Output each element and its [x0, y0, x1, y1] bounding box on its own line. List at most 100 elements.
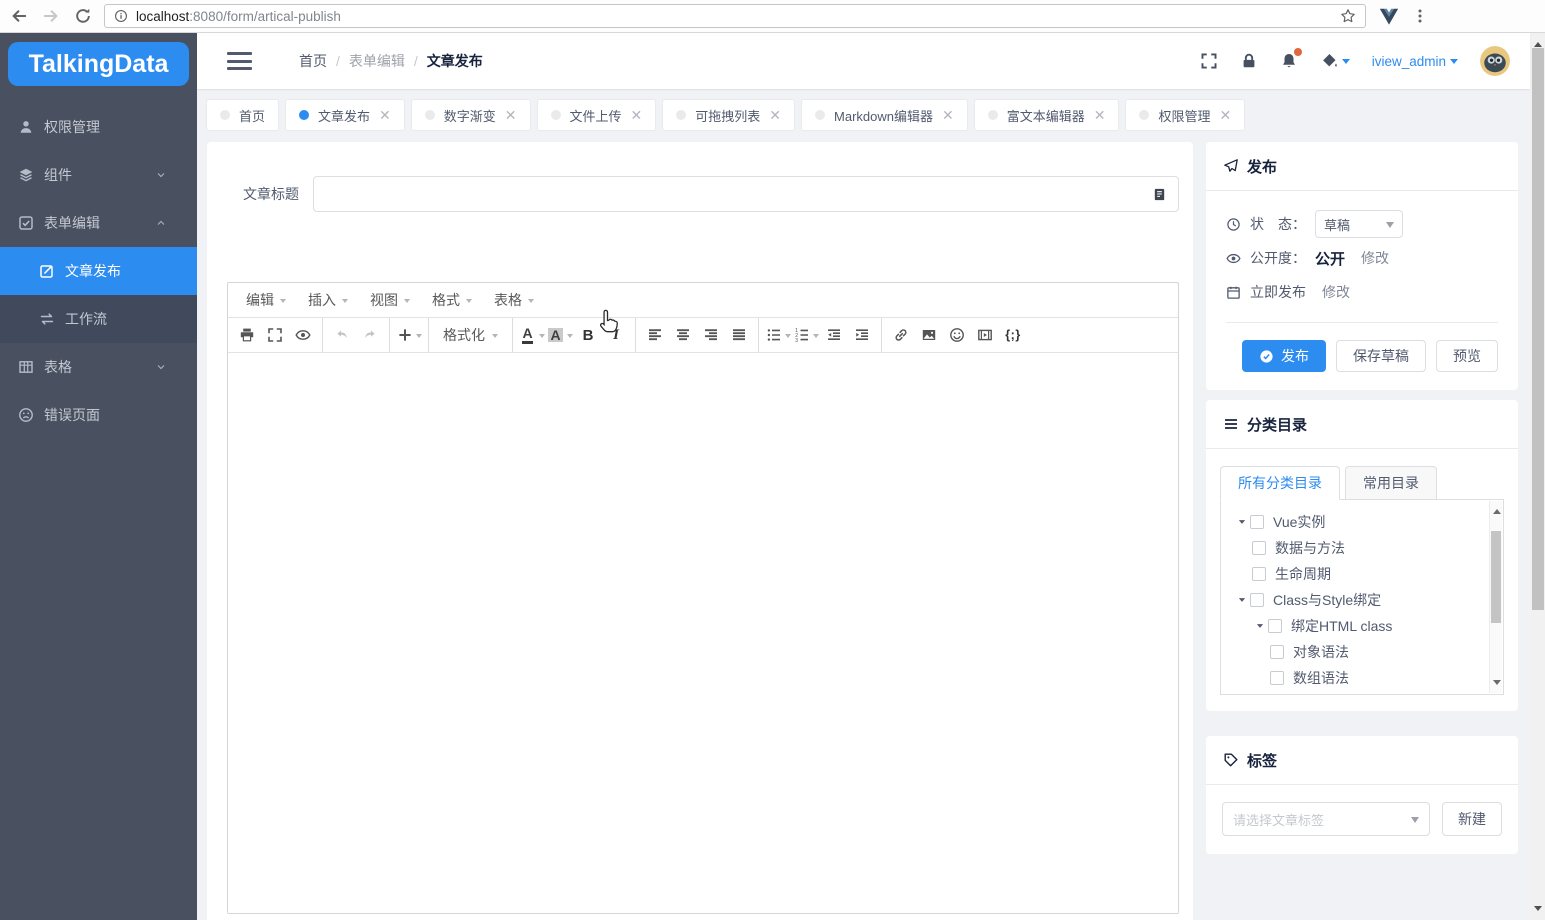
align-left-button[interactable] [642, 322, 668, 348]
close-icon[interactable]: ✕ [942, 108, 954, 122]
lock-icon[interactable] [1240, 52, 1258, 70]
open-tab[interactable]: 权限管理 ✕ [1125, 99, 1246, 131]
list-ol-button[interactable]: 123 [793, 322, 819, 348]
open-tab[interactable]: 富文本编辑器 ✕ [973, 99, 1120, 131]
vue-devtools-icon[interactable] [1378, 7, 1400, 26]
tree-node[interactable]: 对象语法 [1228, 639, 1483, 665]
sidebar-subitem[interactable]: 文章发布 [0, 247, 197, 295]
print-button[interactable] [234, 322, 260, 348]
tree-caret-icon[interactable] [1234, 517, 1250, 527]
tree-scrollbar[interactable] [1489, 501, 1502, 693]
scroll-up-icon[interactable] [1492, 505, 1501, 514]
fullscreen-ed-button[interactable] [262, 322, 288, 348]
bell-icon[interactable] [1280, 48, 1302, 70]
avatar[interactable] [1480, 46, 1510, 76]
tree-checkbox[interactable] [1270, 671, 1284, 685]
preview-button[interactable]: 预览 [1436, 340, 1498, 372]
tree-checkbox[interactable] [1268, 619, 1282, 633]
tab-common-categories[interactable]: 常用目录 [1345, 466, 1437, 500]
tree-node[interactable]: 数据与方法 [1228, 535, 1483, 561]
tree-checkbox[interactable] [1252, 567, 1266, 581]
close-icon[interactable]: ✕ [1219, 108, 1231, 122]
scroll-up-icon[interactable] [1533, 38, 1542, 47]
refresh-icon[interactable] [74, 7, 92, 25]
emoji-button[interactable] [944, 322, 970, 348]
open-tab[interactable]: 文件上传 ✕ [536, 99, 657, 131]
close-icon[interactable]: ✕ [631, 108, 643, 122]
page-info-icon[interactable] [114, 9, 128, 23]
bookmark-star-icon[interactable] [1340, 8, 1356, 24]
visibility-modify-link[interactable]: 修改 [1361, 248, 1389, 268]
hamburger-menu-icon[interactable] [227, 52, 252, 70]
tree-caret-icon[interactable] [1252, 621, 1268, 631]
page-scrollbar[interactable] [1530, 33, 1545, 920]
close-icon[interactable]: ✕ [1094, 108, 1106, 122]
url-text[interactable]: localhost:8080/form/artical-publish [136, 9, 341, 24]
tree-checkbox[interactable] [1252, 541, 1266, 555]
undo-button[interactable] [329, 322, 355, 348]
tree-node[interactable]: Vue实例 [1228, 509, 1483, 535]
tree-caret-icon[interactable] [1234, 595, 1250, 605]
editor-content-area[interactable] [228, 353, 1178, 913]
save-draft-button[interactable]: 保存草稿 [1336, 340, 1426, 372]
open-tab[interactable]: 数字渐变 ✕ [410, 99, 531, 131]
forecolor-button[interactable]: A [519, 322, 545, 348]
theme-bucket-icon[interactable] [1320, 52, 1350, 70]
close-icon[interactable]: ✕ [379, 108, 391, 122]
address-bar[interactable]: localhost:8080/form/artical-publish [104, 4, 1366, 28]
publish-button[interactable]: 发布 [1242, 340, 1326, 372]
new-tag-button[interactable]: 新建 [1442, 802, 1502, 836]
tab-all-categories[interactable]: 所有分类目录 [1220, 466, 1340, 500]
link-button[interactable] [888, 322, 914, 348]
open-tab[interactable]: 首页 [206, 99, 280, 131]
back-icon[interactable] [10, 7, 28, 25]
sidebar-item[interactable]: 错误页面 [0, 391, 197, 439]
editor-menu-item[interactable]: 编辑 [235, 283, 297, 317]
tree-node[interactable]: 绑定HTML class [1228, 613, 1483, 639]
close-icon[interactable]: ✕ [505, 108, 517, 122]
article-title-input[interactable] [313, 176, 1179, 212]
redo-button[interactable] [357, 322, 383, 348]
schedule-modify-link[interactable]: 修改 [1322, 282, 1350, 302]
scroll-down-icon[interactable] [1492, 680, 1501, 689]
breadcrumb-form-edit[interactable]: 表单编辑 [349, 51, 405, 71]
align-right-button[interactable] [698, 322, 724, 348]
plus-button[interactable] [396, 322, 422, 348]
eye-button[interactable] [290, 322, 316, 348]
align-center-button[interactable] [670, 322, 696, 348]
bold-button[interactable]: B [575, 322, 601, 348]
open-tab[interactable]: Markdown编辑器 ✕ [801, 99, 968, 131]
code-braces-button[interactable]: {;} [1000, 322, 1026, 348]
editor-menu-item[interactable]: 插入 [297, 283, 359, 317]
list-ul-button[interactable] [765, 322, 791, 348]
media-button[interactable] [972, 322, 998, 348]
scroll-down-icon[interactable] [1533, 906, 1542, 915]
image-button[interactable] [916, 322, 942, 348]
browser-menu-icon[interactable] [1412, 8, 1428, 24]
tree-checkbox[interactable] [1250, 515, 1264, 529]
editor-menu-item[interactable]: 表格 [483, 283, 545, 317]
align-justify-button[interactable] [726, 322, 752, 348]
doc-note-icon[interactable] [1152, 187, 1167, 202]
sidebar-item[interactable]: 表格 [0, 343, 197, 391]
breadcrumb-home[interactable]: 首页 [299, 51, 327, 71]
tree-checkbox[interactable] [1250, 593, 1264, 607]
editor-menu-item[interactable]: 格式 [421, 283, 483, 317]
tree-node[interactable]: 生命周期 [1228, 561, 1483, 587]
open-tab[interactable]: 文章发布 ✕ [285, 99, 405, 131]
logo[interactable]: TalkingData [8, 42, 189, 86]
editor-menu-item[interactable]: 视图 [359, 283, 421, 317]
tree-node[interactable]: 数组语法 [1228, 665, 1483, 691]
scrollbar-thumb[interactable] [1491, 531, 1501, 623]
tree-node[interactable]: Class与Style绑定 [1228, 587, 1483, 613]
status-select[interactable]: 草稿 [1315, 210, 1403, 238]
sidebar-item[interactable]: 权限管理 [0, 103, 197, 151]
sidebar-subitem[interactable]: 工作流 [0, 295, 197, 343]
forward-icon[interactable] [42, 7, 60, 25]
indent-button[interactable] [849, 322, 875, 348]
user-menu[interactable]: iview_admin [1372, 54, 1458, 69]
backcolor-button[interactable]: A [547, 322, 573, 348]
format-dropdown[interactable]: 格式化 [434, 325, 507, 345]
sidebar-item[interactable]: 组件 [0, 151, 197, 199]
open-tab[interactable]: 可拖拽列表 ✕ [662, 99, 796, 131]
